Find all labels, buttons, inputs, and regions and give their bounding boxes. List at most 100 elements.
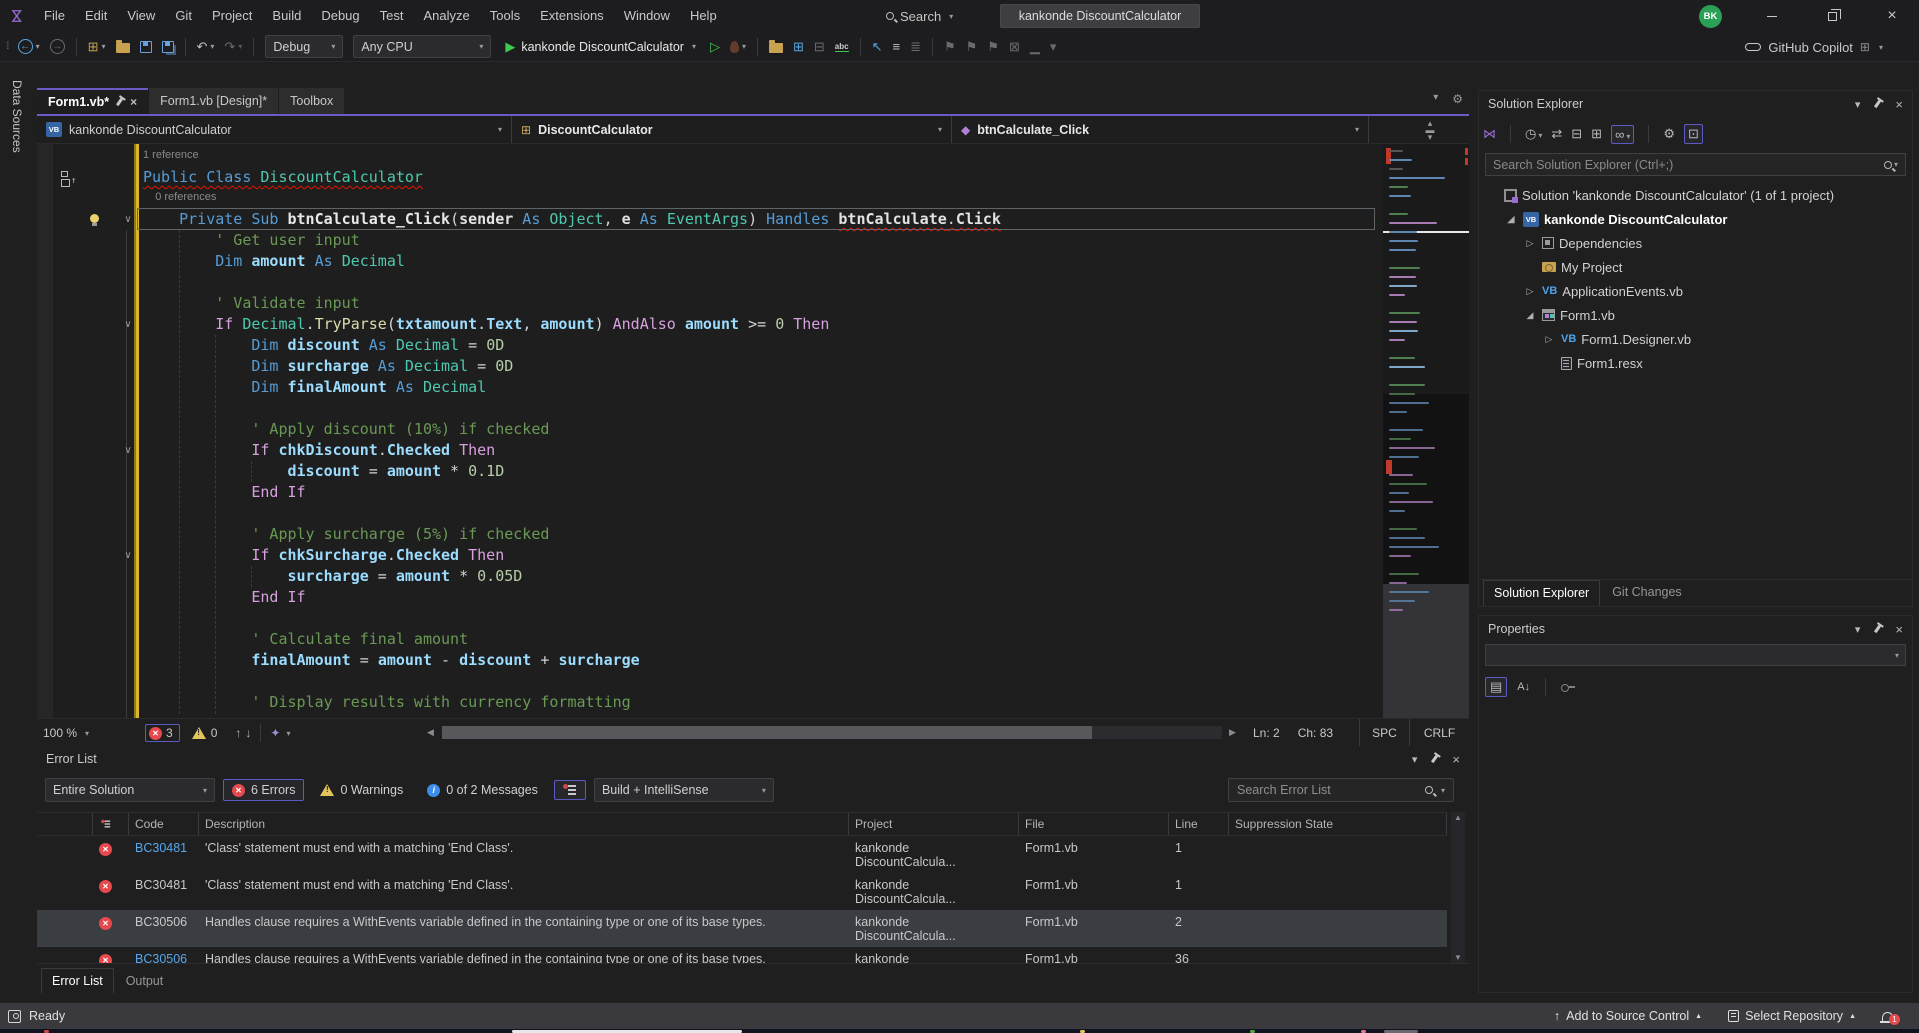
selection-icon[interactable]: ↖ [868, 35, 887, 59]
codelens-link[interactable]: 1 reference [37, 146, 1383, 167]
project-dropdown[interactable]: VB kankonde DiscountCalculator ▾ [37, 116, 512, 143]
expander-closed-icon[interactable]: ▷ [1523, 238, 1537, 249]
feedback-icon[interactable] [8, 1009, 21, 1023]
menu-window[interactable]: Window [614, 8, 680, 23]
nav-back-icon[interactable]: ← ▾ [14, 35, 44, 59]
expander-open-icon[interactable]: ◢ [1523, 310, 1537, 321]
close-button[interactable]: × [1869, 0, 1915, 32]
warning-count-button[interactable]: 0 [191, 726, 217, 740]
tree-item-form1-resx[interactable]: Form1.resx [1479, 351, 1912, 375]
menu-view[interactable]: View [117, 8, 165, 23]
scroll-right-icon[interactable]: ▶ [1229, 727, 1236, 738]
collapse-chevron-icon[interactable]: ∨ [121, 440, 135, 461]
search-control[interactable]: Search ▾ [886, 0, 953, 32]
undo-icon[interactable]: ↶ ▾ [193, 35, 219, 59]
error-code[interactable]: BC30481 [129, 841, 199, 855]
source-select[interactable]: Build + IntelliSense ▾ [593, 778, 774, 802]
wrench-icon[interactable]: ⚙ [1663, 126, 1675, 142]
data-sources-tab[interactable]: Data Sources [10, 80, 24, 153]
error-search-input[interactable]: Search Error List ▾ [1228, 778, 1454, 802]
tab-git-changes[interactable]: Git Changes [1602, 580, 1691, 606]
error-row[interactable]: ✕ BC30506 Handles clause requires a WithEv… [37, 910, 1447, 947]
pin-icon[interactable] [1874, 99, 1882, 109]
expander-closed-icon[interactable]: ▷ [1523, 286, 1537, 297]
nav-forward-icon[interactable]: → [46, 35, 69, 59]
tree-item-my-project[interactable]: My Project [1479, 255, 1912, 279]
split-editor-handle[interactable]: ▴ ▬ ▾ [1419, 119, 1441, 142]
github-copilot-button[interactable]: GitHub Copilot ⊞ ▾ [1745, 32, 1883, 62]
bookmark-icon[interactable]: ⚑ [940, 35, 960, 59]
tab-list-dropdown-icon[interactable]: ▾ [1433, 92, 1438, 106]
tab-output[interactable]: Output [116, 969, 174, 993]
pin-icon[interactable] [1431, 754, 1439, 764]
line-ending-indicator[interactable]: CRLF [1409, 719, 1469, 747]
clear-bookmarks-icon[interactable]: ⊠ [1005, 35, 1024, 59]
expander-closed-icon[interactable]: ▷ [1542, 334, 1556, 345]
tab-form1-vb-design-[interactable]: Form1.vb [Design]* [149, 88, 279, 114]
window-menu-icon[interactable]: ▾ [1855, 98, 1861, 111]
error-row[interactable]: ✕ BC30481 'Class' statement must end with … [37, 873, 1447, 910]
menu-git[interactable]: Git [165, 8, 202, 23]
collapse-chevron-icon[interactable]: ∨ [121, 545, 135, 566]
close-icon[interactable]: × [130, 95, 137, 109]
header-suppression-state[interactable]: Suppression State [1229, 813, 1447, 835]
messages-filter-button[interactable]: i 0 of 2 Messages [419, 780, 546, 800]
minimize-button[interactable] [1749, 0, 1795, 32]
error-count-button[interactable]: ✕ 3 [145, 724, 180, 742]
indent-icon[interactable]: ≡ [888, 35, 904, 59]
collapse-chevron-icon[interactable]: ∨ [121, 209, 135, 230]
zoom-select[interactable]: 100 % ▾ [43, 719, 89, 747]
categorized-icon[interactable]: ▤ [1485, 677, 1508, 697]
minimap-scrollbar[interactable] [1383, 144, 1469, 718]
inheritance-margin-icon[interactable] [61, 171, 76, 192]
tree-item-kankonde-discountcalculator[interactable]: ◢ VB kankonde DiscountCalculator [1479, 207, 1912, 231]
expander-open-icon[interactable]: ◢ [1504, 214, 1518, 225]
object-select[interactable]: ▾ [1485, 644, 1906, 666]
add-to-source-control-button[interactable]: ↑ Add to Source Control ▲ [1554, 1009, 1702, 1023]
gear-icon[interactable]: ⚙ [1452, 92, 1463, 106]
menu-extensions[interactable]: Extensions [530, 8, 614, 23]
prev-bookmark-icon[interactable]: ⚑ [962, 35, 982, 59]
header-description[interactable]: Description [199, 813, 849, 835]
tree-item-dependencies[interactable]: ▷ Dependencies [1479, 231, 1912, 255]
tab-toolbox[interactable]: Toolbox [279, 88, 345, 114]
save-icon[interactable] [136, 35, 156, 59]
property-pages-icon[interactable] [1561, 683, 1576, 692]
code-editor[interactable]: 1 referencePublic Class DiscountCalculat… [37, 144, 1469, 718]
error-code[interactable]: BC30506 [129, 952, 199, 963]
header-code[interactable]: Code [129, 813, 199, 835]
errors-filter-button[interactable]: ✕ 6 Errors [223, 779, 305, 801]
pin-icon[interactable] [116, 97, 124, 107]
switch-views-icon[interactable]: ⋈ [1483, 126, 1496, 142]
error-row[interactable]: ✕ BC30481 'Class' statement must end with … [37, 836, 1447, 873]
prev-issue-icon[interactable]: ↑ [235, 726, 241, 740]
scroll-up-icon[interactable]: ▲ [1451, 813, 1465, 822]
error-code[interactable]: BC30506 [129, 915, 199, 929]
menu-project[interactable]: Project [202, 8, 262, 23]
menu-debug[interactable]: Debug [311, 8, 369, 23]
close-icon[interactable]: × [1895, 97, 1903, 112]
tree-item-form1-vb[interactable]: ◢ Form1.vb [1479, 303, 1912, 327]
pending-changes-filter-icon[interactable]: ◷ ▾ [1525, 126, 1542, 142]
properties-window-icon[interactable]: ⊞ [1591, 126, 1602, 142]
header-line[interactable]: Line [1169, 813, 1229, 835]
lightbulb-icon[interactable] [90, 214, 99, 226]
close-icon[interactable]: × [1895, 622, 1903, 637]
tab-solution-explorer[interactable]: Solution Explorer [1483, 580, 1601, 606]
find-in-files-icon[interactable] [765, 35, 787, 59]
next-issue-icon[interactable]: ↓ [245, 726, 251, 740]
menu-tools[interactable]: Tools [480, 8, 530, 23]
member-dropdown[interactable]: ◆ btnCalculate_Click ▾ [952, 116, 1369, 143]
spell-check-icon[interactable]: abc [831, 35, 853, 59]
menu-analyze[interactable]: Analyze [413, 8, 479, 23]
error-row[interactable]: ✕ BC30506 Handles clause requires a WithEv… [37, 947, 1447, 963]
tree-item-solution-kankonde-discountcalc[interactable]: Solution 'kankonde DiscountCalculator' (… [1479, 183, 1912, 207]
menu-edit[interactable]: Edit [75, 8, 117, 23]
new-project-icon[interactable]: ⊞ ▾ [84, 35, 110, 59]
codelens-link[interactable]: 0 references [37, 188, 1383, 209]
collapse-chevron-icon[interactable]: ∨ [121, 314, 135, 335]
menu-file[interactable]: File [34, 8, 75, 23]
pin-icon[interactable] [1874, 624, 1882, 634]
scrollbar-thumb[interactable] [442, 726, 1092, 739]
format-icon[interactable]: ≣ [906, 35, 925, 59]
